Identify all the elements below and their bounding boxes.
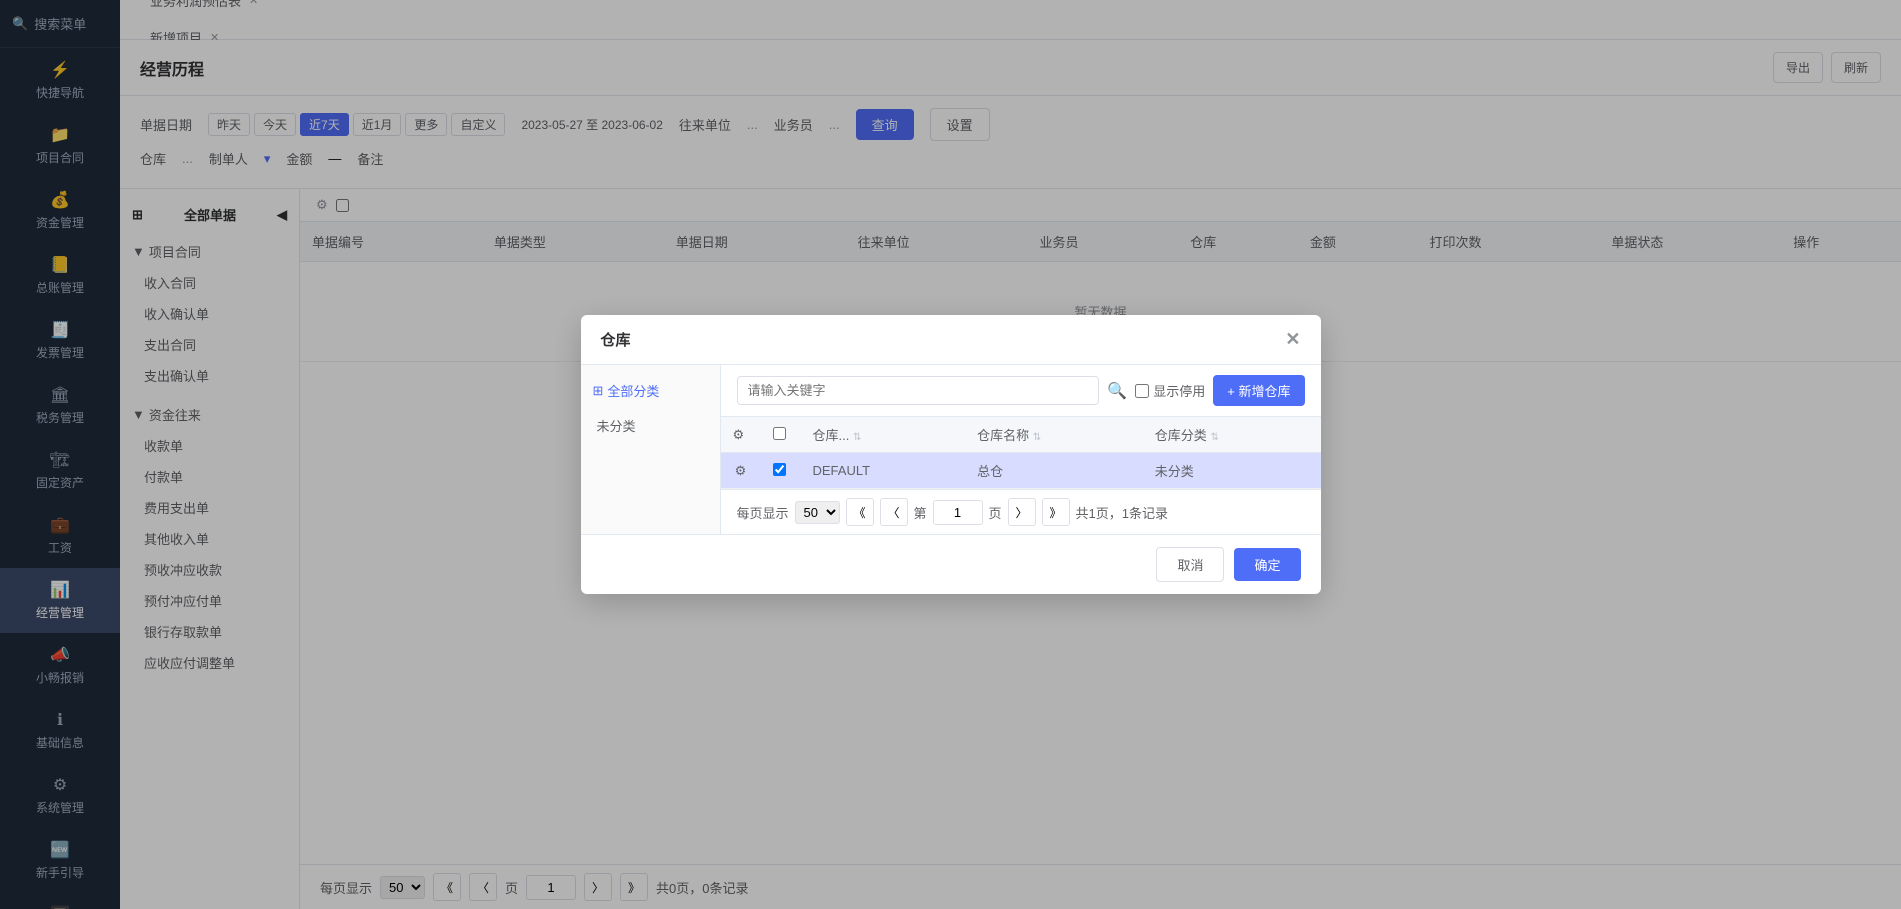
- sort-name-icon[interactable]: ⇅: [1033, 432, 1041, 443]
- show-disabled-label: 显示停用: [1153, 381, 1205, 400]
- modal-categories-panel: ⊞ 全部分类 未分类: [581, 365, 721, 534]
- modal-table-wrap: ⚙ 仓库... ⇅ 仓库名称 ⇅: [721, 417, 1321, 489]
- col-category: 仓库分类 ⇅: [1143, 417, 1321, 453]
- modal-last-btn[interactable]: 》: [1042, 498, 1070, 526]
- modal-category-list: 未分类: [581, 408, 720, 443]
- row-code: DEFAULT: [801, 453, 966, 489]
- modal-page-size-label: 每页显示: [737, 503, 789, 522]
- modal-page-suffix: 页: [989, 503, 1002, 522]
- col-checkbox: [761, 417, 801, 453]
- modal-header: 仓库 ✕: [581, 315, 1321, 365]
- warehouse-table-header: ⚙ 仓库... ⇅ 仓库名称 ⇅: [721, 417, 1321, 453]
- col-code: 仓库... ⇅: [801, 417, 966, 453]
- modal-search-button[interactable]: 🔍: [1107, 381, 1127, 401]
- modal-search-input[interactable]: [737, 376, 1100, 405]
- category-grid-icon: ⊞: [593, 383, 604, 399]
- modal-table-panel: 🔍 显示停用 + 新增仓库 ⚙: [721, 365, 1321, 534]
- row-settings[interactable]: ⚙: [721, 453, 761, 489]
- warehouse-table-body: ⚙ DEFAULT 总仓 未分类: [721, 453, 1321, 489]
- confirm-button[interactable]: 确定: [1234, 548, 1300, 581]
- all-categories-label: 全部分类: [607, 381, 659, 400]
- col-name: 仓库名称 ⇅: [965, 417, 1143, 453]
- warehouse-modal: 仓库 ✕ ⊞ 全部分类 未分类 🔍 显示停用: [581, 315, 1321, 594]
- modal-close-button[interactable]: ✕: [1285, 329, 1300, 350]
- modal-prev-btn[interactable]: 〈: [880, 498, 908, 526]
- col-settings: ⚙: [721, 417, 761, 453]
- sort-code-icon[interactable]: ⇅: [853, 432, 861, 443]
- row-category: 未分类: [1143, 453, 1321, 489]
- add-warehouse-button[interactable]: + 新增仓库: [1213, 375, 1304, 406]
- row-name: 总仓: [965, 453, 1143, 489]
- modal-page-label: 第: [914, 503, 927, 522]
- show-disabled-wrapper: 显示停用: [1135, 381, 1205, 400]
- modal-body: ⊞ 全部分类 未分类 🔍 显示停用 + 新增仓库: [581, 365, 1321, 534]
- modal-first-btn[interactable]: 《: [846, 498, 874, 526]
- modal-title: 仓库: [601, 329, 631, 350]
- row-checkbox[interactable]: [761, 453, 801, 489]
- modal-page-size-select[interactable]: 50: [795, 501, 840, 524]
- table-all-checkbox[interactable]: [773, 427, 786, 440]
- modal-pagination: 每页显示 50 《 〈 第 页 〉 》 共1页，1条记录: [721, 489, 1321, 534]
- show-disabled-checkbox[interactable]: [1135, 384, 1149, 398]
- modal-page-input[interactable]: [933, 500, 983, 525]
- modal-category-0[interactable]: 未分类: [581, 408, 720, 443]
- sort-category-icon[interactable]: ⇅: [1210, 432, 1218, 443]
- modal-toolbar: 🔍 显示停用 + 新增仓库: [721, 365, 1321, 417]
- modal-total-info: 共1页，1条记录: [1076, 503, 1168, 522]
- warehouse-row-0[interactable]: ⚙ DEFAULT 总仓 未分类: [721, 453, 1321, 489]
- modal-overlay: 仓库 ✕ ⊞ 全部分类 未分类 🔍 显示停用: [0, 0, 1901, 909]
- modal-all-categories[interactable]: ⊞ 全部分类: [581, 373, 720, 408]
- modal-footer: 取消 确定: [581, 534, 1321, 594]
- modal-next-btn[interactable]: 〉: [1008, 498, 1036, 526]
- warehouse-table: ⚙ 仓库... ⇅ 仓库名称 ⇅: [721, 417, 1321, 489]
- row-check-0[interactable]: [773, 463, 786, 476]
- cancel-button[interactable]: 取消: [1156, 547, 1224, 582]
